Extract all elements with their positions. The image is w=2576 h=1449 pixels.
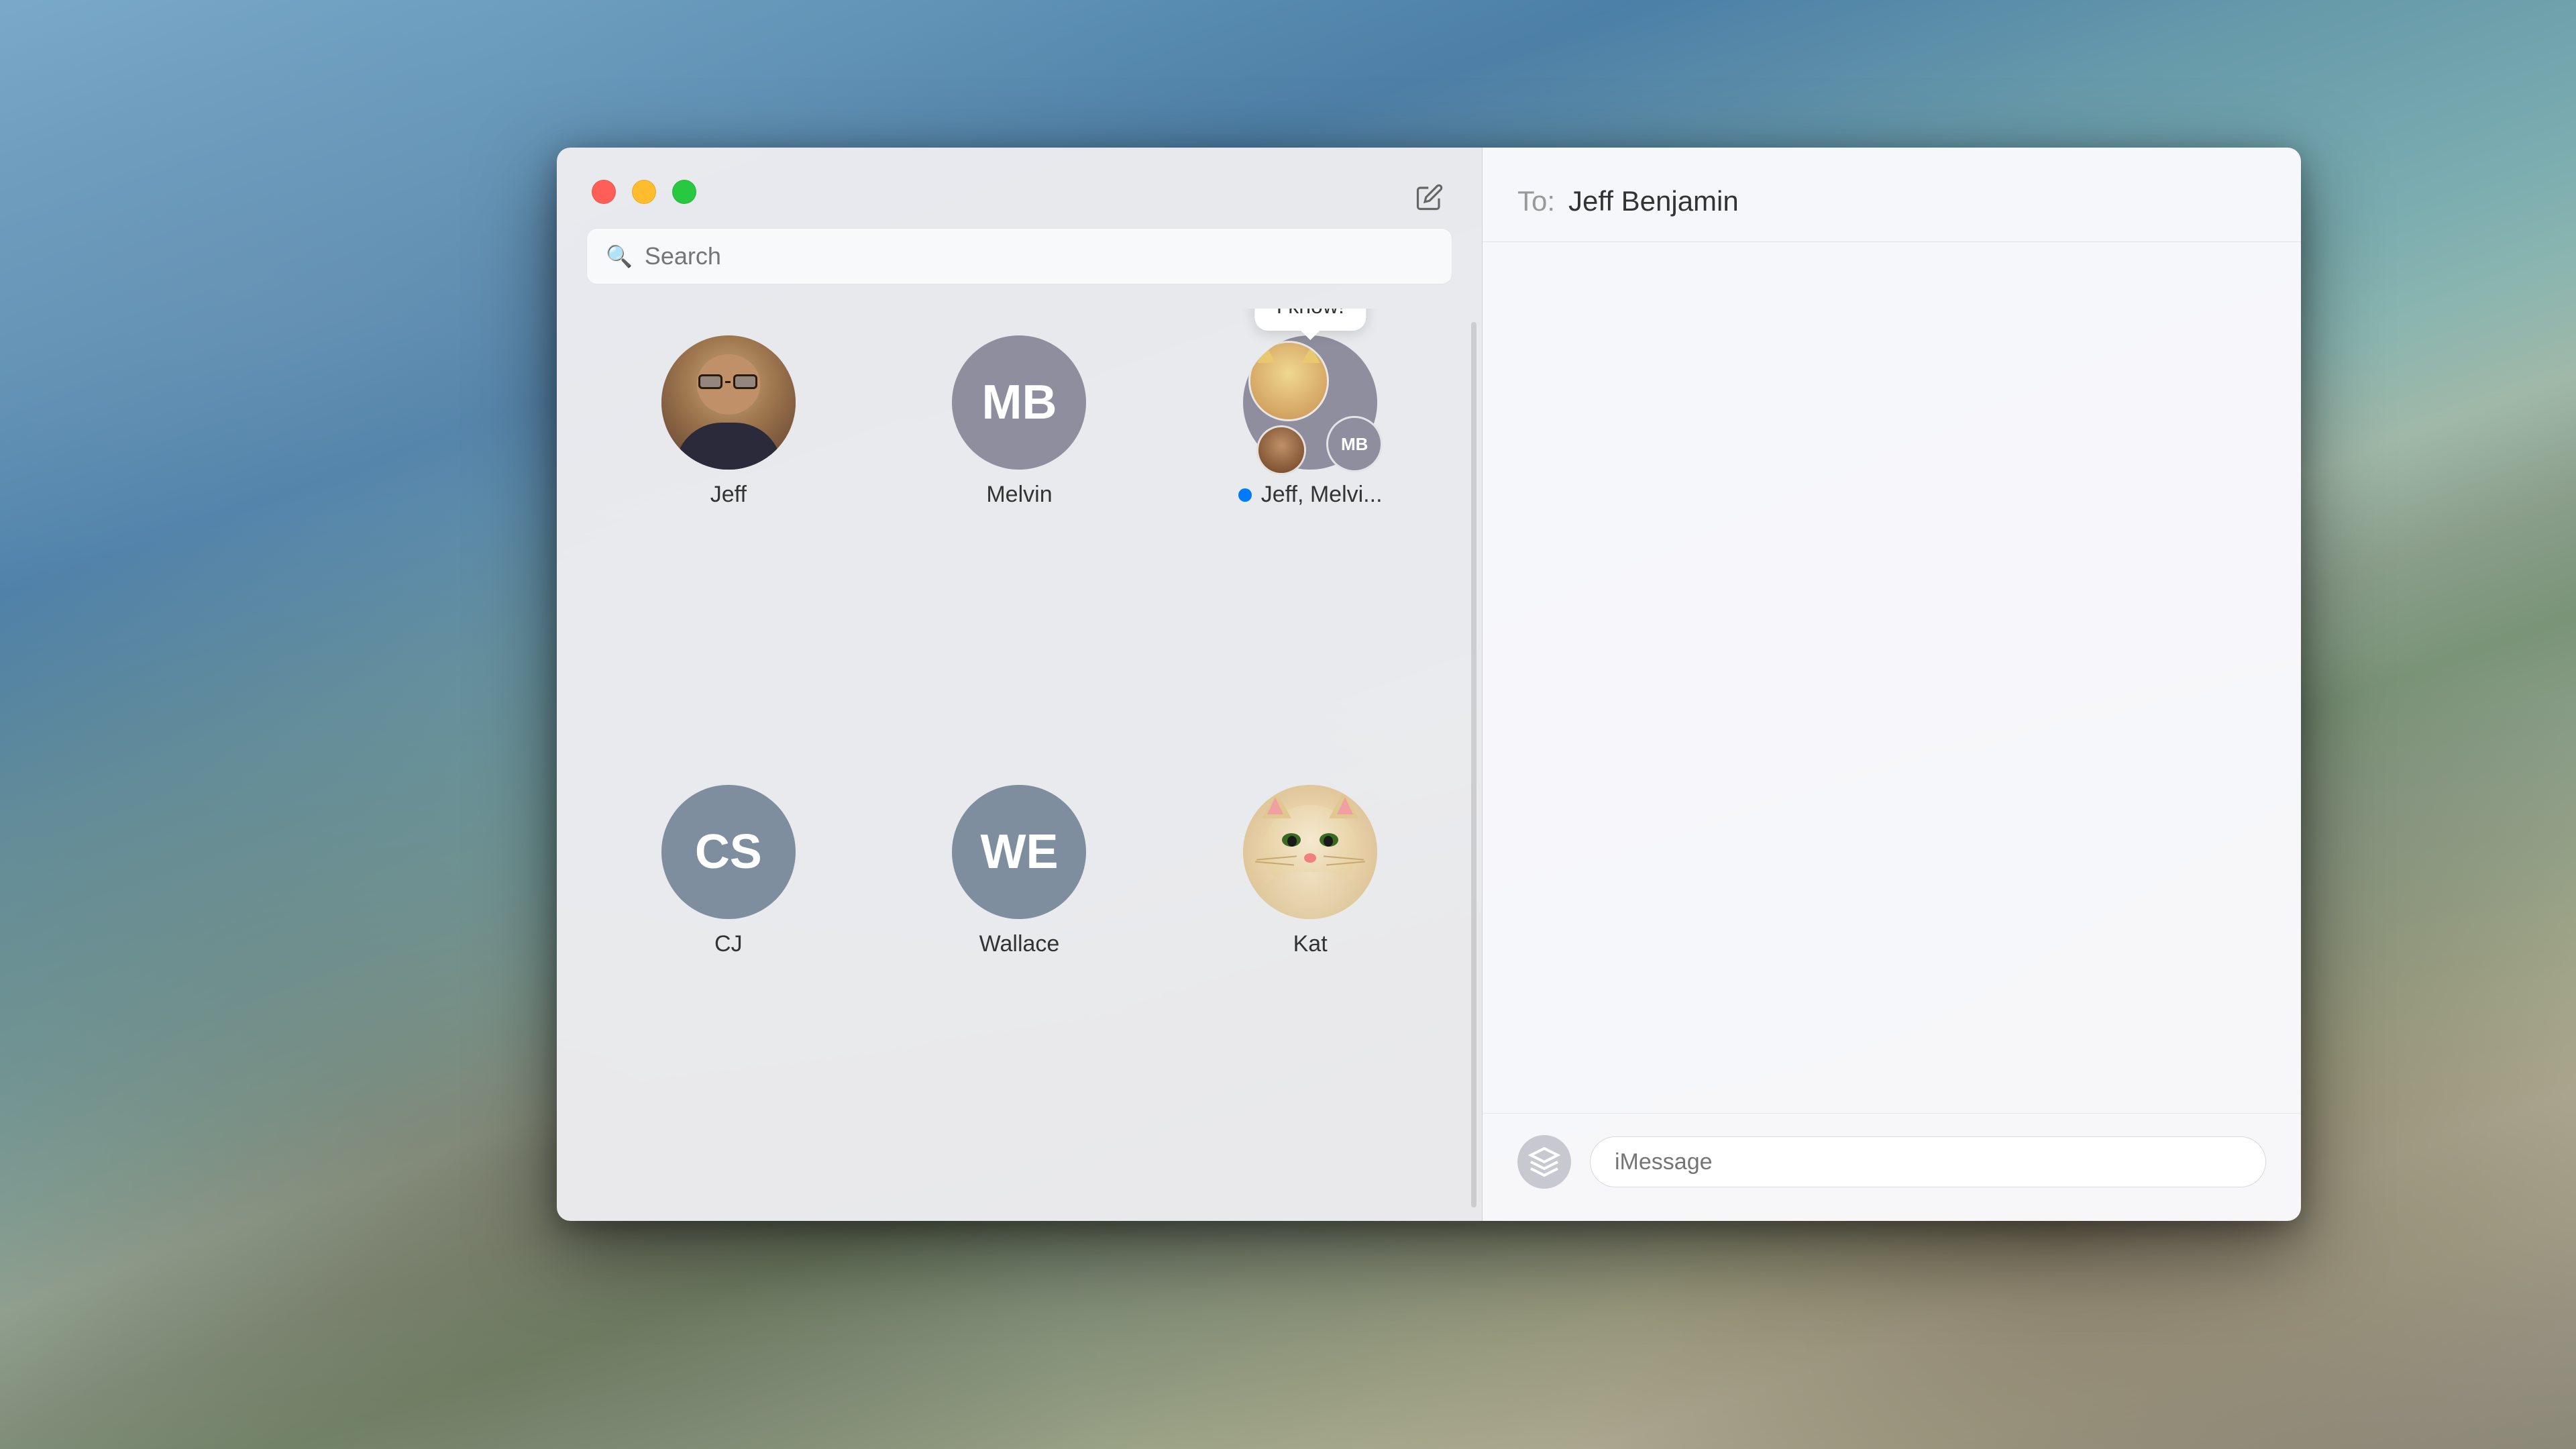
contact-jeff[interactable]: Jeff <box>586 322 871 758</box>
contact-group[interactable]: I know! MB <box>1168 322 1452 758</box>
minimize-button[interactable] <box>632 180 656 204</box>
close-button[interactable] <box>592 180 616 204</box>
conversation-header: To: Jeff Benjamin <box>1483 148 2301 242</box>
app-store-button[interactable] <box>1517 1135 1571 1189</box>
search-icon: 🔍 <box>606 244 633 269</box>
search-bar-container: 🔍 <box>557 228 1482 309</box>
online-indicator <box>1238 488 1252 502</box>
scrollbar[interactable] <box>1471 322 1477 1208</box>
cj-avatar: CS <box>661 785 796 919</box>
contacts-grid: Jeff MB Melvin I know! <box>557 309 1482 1221</box>
group-avatar: MB <box>1243 335 1377 470</box>
jeff-avatar <box>661 335 796 470</box>
contact-jeff-name: Jeff <box>710 482 747 508</box>
contact-group-name: Jeff, Melvi... <box>1238 482 1383 508</box>
conversation-area <box>1483 242 2301 1113</box>
contact-melvin[interactable]: MB Melvin <box>877 322 1162 758</box>
maximize-button[interactable] <box>672 180 696 204</box>
recipient-name: Jeff Benjamin <box>1568 185 1739 217</box>
title-bar <box>557 148 1482 228</box>
contact-cj[interactable]: CS CJ <box>586 771 871 1208</box>
group-tooltip: I know! <box>1254 309 1365 331</box>
message-input[interactable] <box>1590 1136 2266 1187</box>
to-field: To: Jeff Benjamin <box>1517 185 2266 217</box>
bottom-bar <box>1483 1113 2301 1221</box>
messages-window: 🔍 <box>557 148 2301 1221</box>
contact-wallace[interactable]: WE Wallace <box>877 771 1162 1208</box>
compose-button[interactable] <box>1412 180 1447 215</box>
to-label: To: <box>1517 185 1555 217</box>
contact-kat[interactable]: Kat <box>1168 771 1452 1208</box>
wallace-avatar: WE <box>952 785 1086 919</box>
contact-melvin-name: Melvin <box>986 482 1052 508</box>
melvin-avatar: MB <box>952 335 1086 470</box>
kat-avatar <box>1243 785 1377 919</box>
conversation-panel: To: Jeff Benjamin <box>1483 148 2301 1221</box>
search-input[interactable] <box>645 242 1433 270</box>
contact-wallace-name: Wallace <box>979 931 1060 957</box>
traffic-lights <box>592 180 696 204</box>
messages-left-panel: 🔍 <box>557 148 1483 1221</box>
contact-kat-name: Kat <box>1293 931 1328 957</box>
contact-cj-name: CJ <box>714 931 743 957</box>
search-bar[interactable]: 🔍 <box>586 228 1452 284</box>
